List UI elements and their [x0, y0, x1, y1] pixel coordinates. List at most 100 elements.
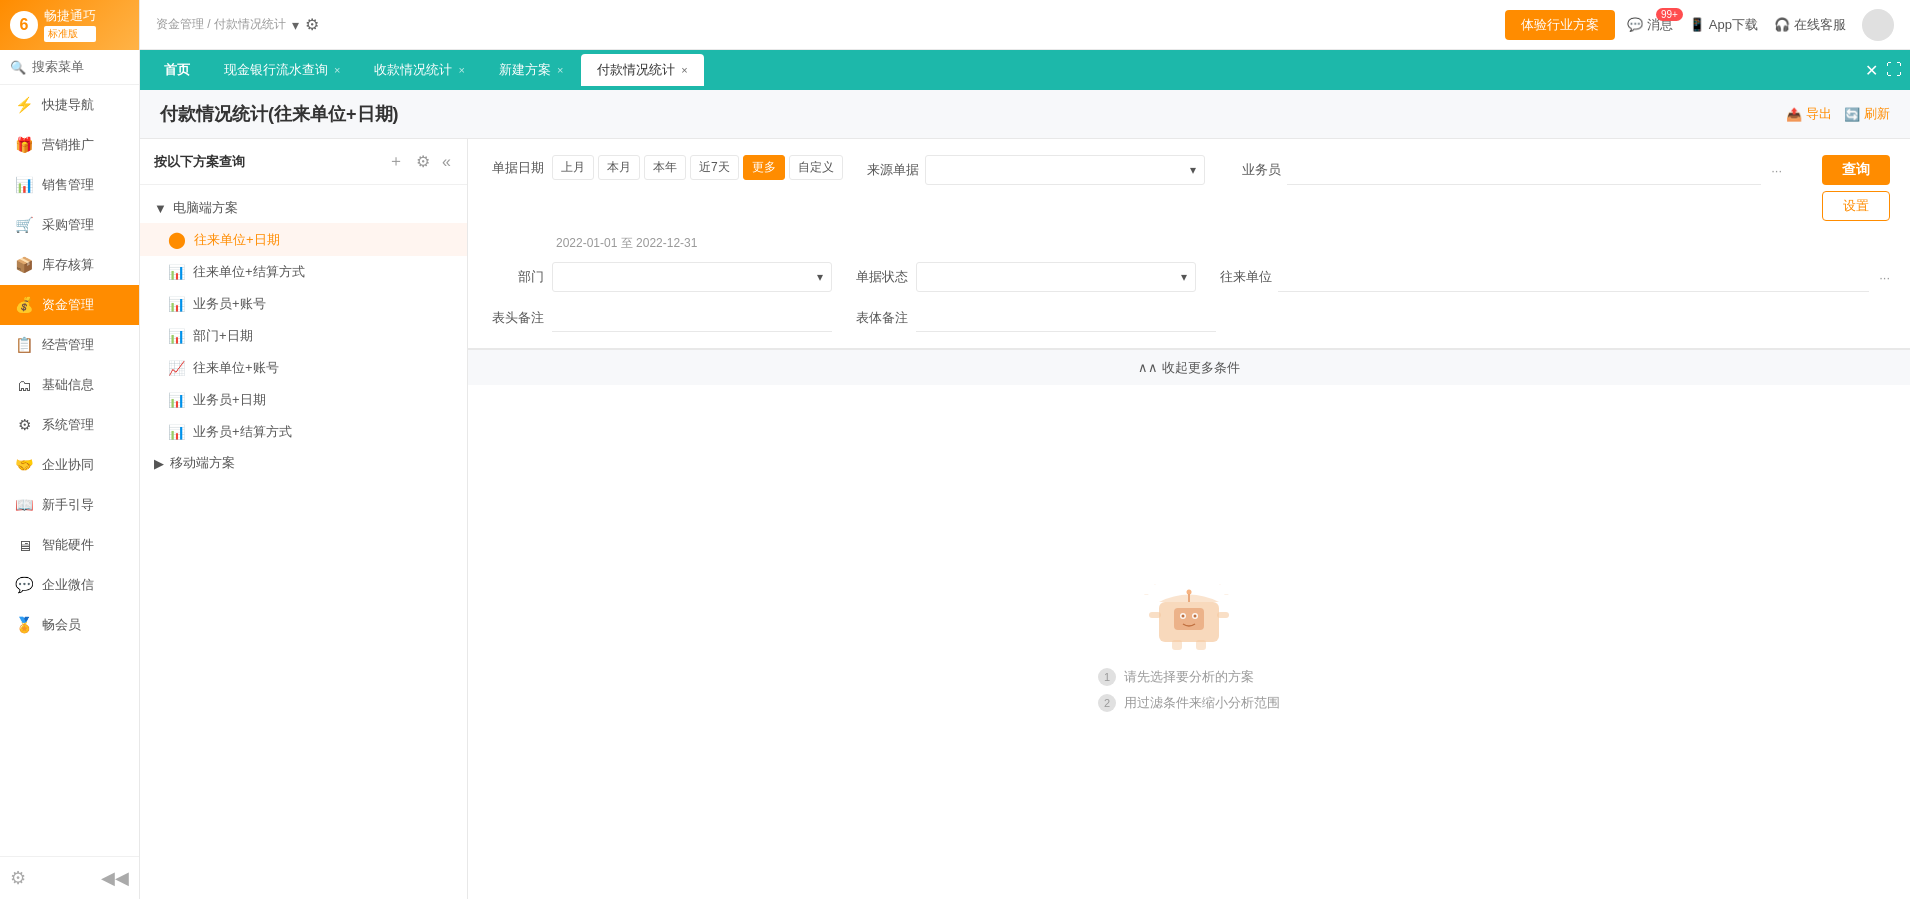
nav-label: 系统管理	[42, 416, 94, 434]
tab-pay-stat-close[interactable]: ×	[681, 64, 687, 76]
sidebar-item-inventory[interactable]: 📦 库存核算	[0, 245, 139, 285]
sidebar-item-guide[interactable]: 📖 新手引导	[0, 485, 139, 525]
online-service-label: 在线客服	[1794, 16, 1846, 34]
scheme-item-partner-date[interactable]: ⬤ 往来单位+日期	[140, 223, 467, 256]
tab-home[interactable]: 首页	[148, 54, 206, 86]
service-icon: 🎧	[1774, 17, 1790, 32]
page-title: 付款情况统计(往来单位+日期)	[160, 102, 399, 126]
scheme-icon: 📊	[168, 392, 185, 408]
scheme-item-salesman-settle[interactable]: 📊 业务员+结算方式	[140, 416, 467, 448]
mobile-group[interactable]: ▶ 移动端方案	[140, 448, 467, 478]
tab-bank-flow-label: 现金银行流水查询	[224, 61, 328, 79]
sidebar-item-sales[interactable]: 📊 销售管理	[0, 165, 139, 205]
tab-receive-stat[interactable]: 收款情况统计 ×	[358, 54, 480, 86]
tip-num-2: 2	[1098, 694, 1116, 712]
nav-label: 营销推广	[42, 136, 94, 154]
source-doc-select[interactable]: ▾	[925, 155, 1205, 185]
last-month-btn[interactable]: 上月	[552, 155, 594, 180]
partner-more[interactable]: ···	[1879, 270, 1890, 285]
scheme-label: 业务员+结算方式	[193, 423, 292, 441]
message-btn[interactable]: 💬 消息 99+	[1627, 16, 1673, 34]
logo-badge: 标准版	[44, 26, 96, 42]
settings-icon[interactable]: ⚙	[10, 867, 26, 889]
sidebar-item-enterprise[interactable]: 🤝 企业协同	[0, 445, 139, 485]
sidebar-item-operation[interactable]: 📋 经营管理	[0, 325, 139, 365]
empty-tip-1: 1 请先选择要分析的方案	[1098, 668, 1280, 686]
scheme-item-dept-date[interactable]: 📊 部门+日期	[140, 320, 467, 352]
this-year-btn[interactable]: 本年	[644, 155, 686, 180]
tab-maximize[interactable]: ⛶	[1886, 61, 1902, 79]
sidebar-bottom: ⚙ ◀◀	[0, 856, 139, 899]
filter-area: 单据日期 上月 本月 本年 近7天 更多 自定义 来源单据	[468, 139, 1910, 349]
sales-icon: 📊	[14, 175, 34, 195]
last-7-days-btn[interactable]: 近7天	[690, 155, 739, 180]
sidebar-item-quick-nav[interactable]: ⚡ 快捷导航	[0, 85, 139, 125]
topbar-settings-btn[interactable]: ⚙	[305, 15, 319, 34]
online-service-btn[interactable]: 🎧 在线客服	[1774, 16, 1846, 34]
collapse-sidebar-icon[interactable]: ◀◀	[101, 867, 129, 889]
tip-text-2: 用过滤条件来缩小分析范围	[1124, 694, 1280, 712]
scheme-item-partner-settle[interactable]: 📊 往来单位+结算方式	[140, 256, 467, 288]
salesperson-select[interactable]	[1287, 155, 1761, 185]
collapse-panel-btn[interactable]: «	[440, 151, 453, 173]
sidebar-search[interactable]: 🔍 搜索菜单	[0, 50, 139, 85]
tab-receive-stat-close[interactable]: ×	[458, 64, 464, 76]
sidebar-item-wechat[interactable]: 💬 企业微信	[0, 565, 139, 605]
table-header-note-input[interactable]	[552, 304, 832, 332]
desktop-group[interactable]: ▼ 电脑端方案	[140, 193, 467, 223]
table-body-note-input[interactable]	[916, 304, 1216, 332]
nav-label: 新手引导	[42, 496, 94, 514]
salesperson-more[interactable]: ···	[1771, 163, 1782, 178]
quick-nav-icon: ⚡	[14, 95, 34, 115]
scheme-item-partner-account[interactable]: 📈 往来单位+账号	[140, 352, 467, 384]
settings-btn[interactable]: 设置	[1822, 191, 1890, 221]
tab-new-plan[interactable]: 新建方案 ×	[483, 54, 579, 86]
tab-bank-flow-close[interactable]: ×	[334, 64, 340, 76]
collapse-more-btn[interactable]: ∧∧ 收起更多条件	[1138, 359, 1240, 377]
more-dates-btn[interactable]: 更多	[743, 155, 785, 180]
breadcrumb-dropdown[interactable]: ▾	[292, 17, 299, 33]
sidebar-item-marketing[interactable]: 🎁 营销推广	[0, 125, 139, 165]
empty-illustration: ~ ~ · ·	[1139, 572, 1239, 652]
nav-label: 企业协同	[42, 456, 94, 474]
tabs-controls: ✕ ⛶	[1865, 61, 1902, 80]
scheme-label: 往来单位+账号	[193, 359, 279, 377]
sidebar-item-capital[interactable]: 💰 资金管理	[0, 285, 139, 325]
tab-close-all[interactable]: ✕	[1865, 61, 1878, 80]
search-icon: 🔍	[10, 60, 26, 75]
trial-btn[interactable]: 体验行业方案	[1505, 10, 1615, 40]
svg-text:~: ~	[1144, 590, 1149, 599]
doc-status-select[interactable]: ▾	[916, 262, 1196, 292]
doc-date-label: 单据日期	[488, 159, 544, 177]
nav-label: 经营管理	[42, 336, 94, 354]
tab-new-plan-close[interactable]: ×	[557, 64, 563, 76]
scheme-item-salesman-date[interactable]: 📊 业务员+日期	[140, 384, 467, 416]
add-scheme-btn[interactable]: ＋	[386, 149, 406, 174]
scheme-panel: 按以下方案查询 ＋ ⚙ « ▼ 电脑端方案 ⬤ 往来单位+日期 📊 往来单位+结…	[140, 139, 468, 899]
sidebar-item-purchase[interactable]: 🛒 采购管理	[0, 205, 139, 245]
scheme-icon: 📊	[168, 424, 185, 440]
basic-icon: 🗂	[14, 375, 34, 395]
sidebar-item-hardware[interactable]: 🖥 智能硬件	[0, 525, 139, 565]
collapse-bar: ∧∧ 收起更多条件	[468, 349, 1910, 385]
sidebar-item-basic[interactable]: 🗂 基础信息	[0, 365, 139, 405]
app-download-btn[interactable]: 📱 App下载	[1689, 16, 1758, 34]
sidebar-item-member[interactable]: 🏅 畅会员	[0, 605, 139, 645]
query-area: 查询 设置	[1822, 155, 1890, 221]
settings-scheme-btn[interactable]: ⚙	[414, 150, 432, 173]
tab-pay-stat[interactable]: 付款情况统计 ×	[581, 54, 703, 86]
sidebar-item-system[interactable]: ⚙ 系统管理	[0, 405, 139, 445]
custom-date-btn[interactable]: 自定义	[789, 155, 843, 180]
user-avatar[interactable]	[1862, 9, 1894, 41]
export-btn[interactable]: 📤 导出	[1786, 105, 1832, 123]
query-btn[interactable]: 查询	[1822, 155, 1890, 185]
dept-select[interactable]: ▾	[552, 262, 832, 292]
tab-bank-flow[interactable]: 现金银行流水查询 ×	[208, 54, 356, 86]
this-month-btn[interactable]: 本月	[598, 155, 640, 180]
doc-status-label: 单据状态	[852, 268, 908, 286]
partner-select[interactable]	[1278, 262, 1869, 292]
inventory-icon: 📦	[14, 255, 34, 275]
refresh-btn[interactable]: 🔄 刷新	[1844, 105, 1890, 123]
table-header-note-label: 表头备注	[488, 309, 544, 327]
scheme-item-salesman-account[interactable]: 📊 业务员+账号	[140, 288, 467, 320]
